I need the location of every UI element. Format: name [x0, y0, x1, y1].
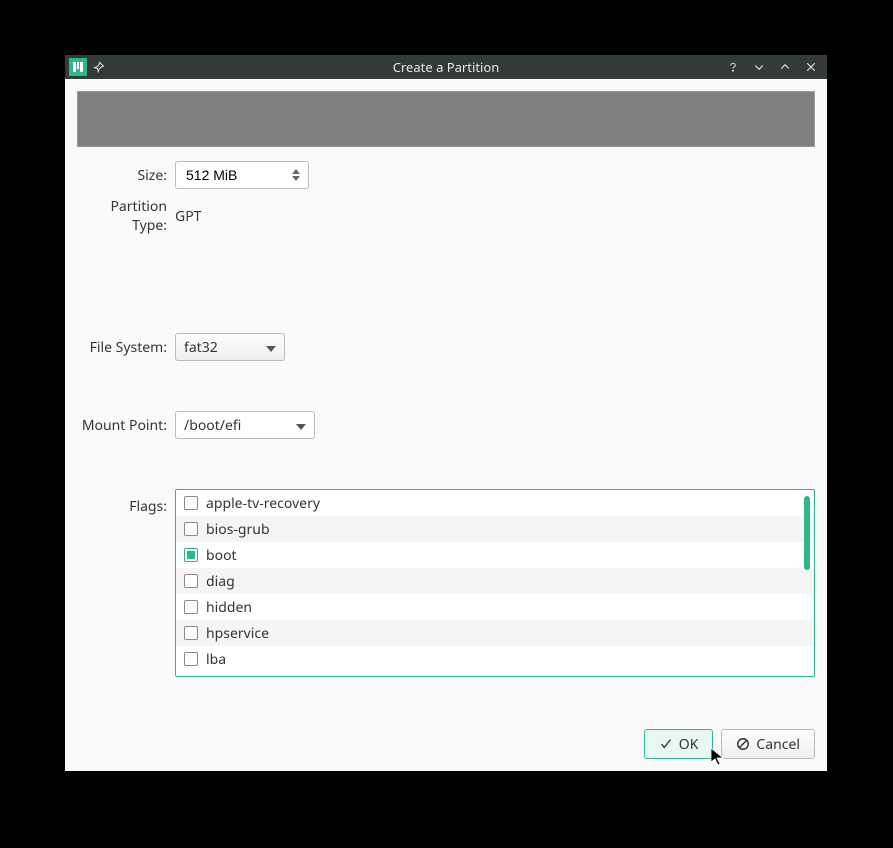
partition-type-value: GPT	[175, 203, 201, 230]
help-icon[interactable]	[725, 59, 741, 75]
flag-label: bios-grub	[206, 520, 270, 539]
flag-item[interactable]: diag	[176, 568, 814, 594]
flag-checkbox[interactable]	[184, 600, 198, 614]
flag-checkbox[interactable]	[184, 496, 198, 510]
flag-checkbox[interactable]	[184, 548, 198, 562]
flag-checkbox[interactable]	[184, 574, 198, 588]
flag-label: hpservice	[206, 624, 269, 643]
maximize-icon[interactable]	[777, 59, 793, 75]
file-system-value: fat32	[184, 338, 260, 357]
window-title: Create a Partition	[65, 58, 827, 76]
cancel-icon	[736, 737, 750, 751]
spin-down-icon[interactable]	[292, 176, 300, 181]
flag-item[interactable]: apple-tv-recovery	[176, 490, 814, 516]
app-icon	[69, 58, 87, 76]
ok-button-label: OK	[679, 735, 699, 754]
flag-label: diag	[206, 572, 235, 591]
flags-label: Flags:	[77, 489, 175, 516]
dialog-window: Create a Partition Size:	[65, 55, 827, 771]
size-label: Size:	[77, 166, 175, 185]
flag-label: apple-tv-recovery	[206, 494, 320, 513]
mount-point-value: /boot/efi	[184, 416, 290, 435]
chevron-down-icon	[296, 416, 306, 435]
flag-item[interactable]: boot	[176, 542, 814, 568]
flag-item[interactable]: hpservice	[176, 620, 814, 646]
flag-item[interactable]: bios-grub	[176, 516, 814, 542]
flag-label: hidden	[206, 598, 252, 617]
scrollbar-thumb[interactable]	[804, 496, 810, 570]
flag-checkbox[interactable]	[184, 522, 198, 536]
size-input[interactable]	[184, 166, 288, 184]
flag-label: lba	[206, 650, 226, 669]
ok-button[interactable]: OK	[644, 729, 714, 759]
file-system-label: File System:	[77, 338, 175, 357]
flag-checkbox[interactable]	[184, 652, 198, 666]
pin-icon[interactable]	[93, 61, 105, 73]
cancel-button[interactable]: Cancel	[721, 729, 815, 759]
partition-preview	[77, 91, 815, 147]
flag-item[interactable]: lba	[176, 646, 814, 672]
file-system-combo[interactable]: fat32	[175, 333, 285, 361]
spin-up-icon[interactable]	[292, 169, 300, 174]
chevron-down-icon	[266, 338, 276, 357]
flag-checkbox[interactable]	[184, 626, 198, 640]
mount-point-label: Mount Point:	[77, 416, 175, 435]
flag-label: boot	[206, 546, 237, 565]
flag-item[interactable]: hidden	[176, 594, 814, 620]
dialog-content: Size: Partition Type: GPT File System: f…	[65, 79, 827, 771]
cancel-button-label: Cancel	[756, 735, 800, 754]
size-spinner[interactable]	[175, 161, 309, 189]
flags-list[interactable]: apple-tv-recovery bios-grub boot diag hidden…	[175, 489, 815, 677]
mount-point-combo[interactable]: /boot/efi	[175, 411, 315, 439]
check-icon	[659, 737, 673, 751]
close-icon[interactable]	[803, 59, 819, 75]
minimize-icon[interactable]	[751, 59, 767, 75]
titlebar: Create a Partition	[65, 55, 827, 79]
partition-type-label: Partition Type:	[77, 197, 175, 235]
